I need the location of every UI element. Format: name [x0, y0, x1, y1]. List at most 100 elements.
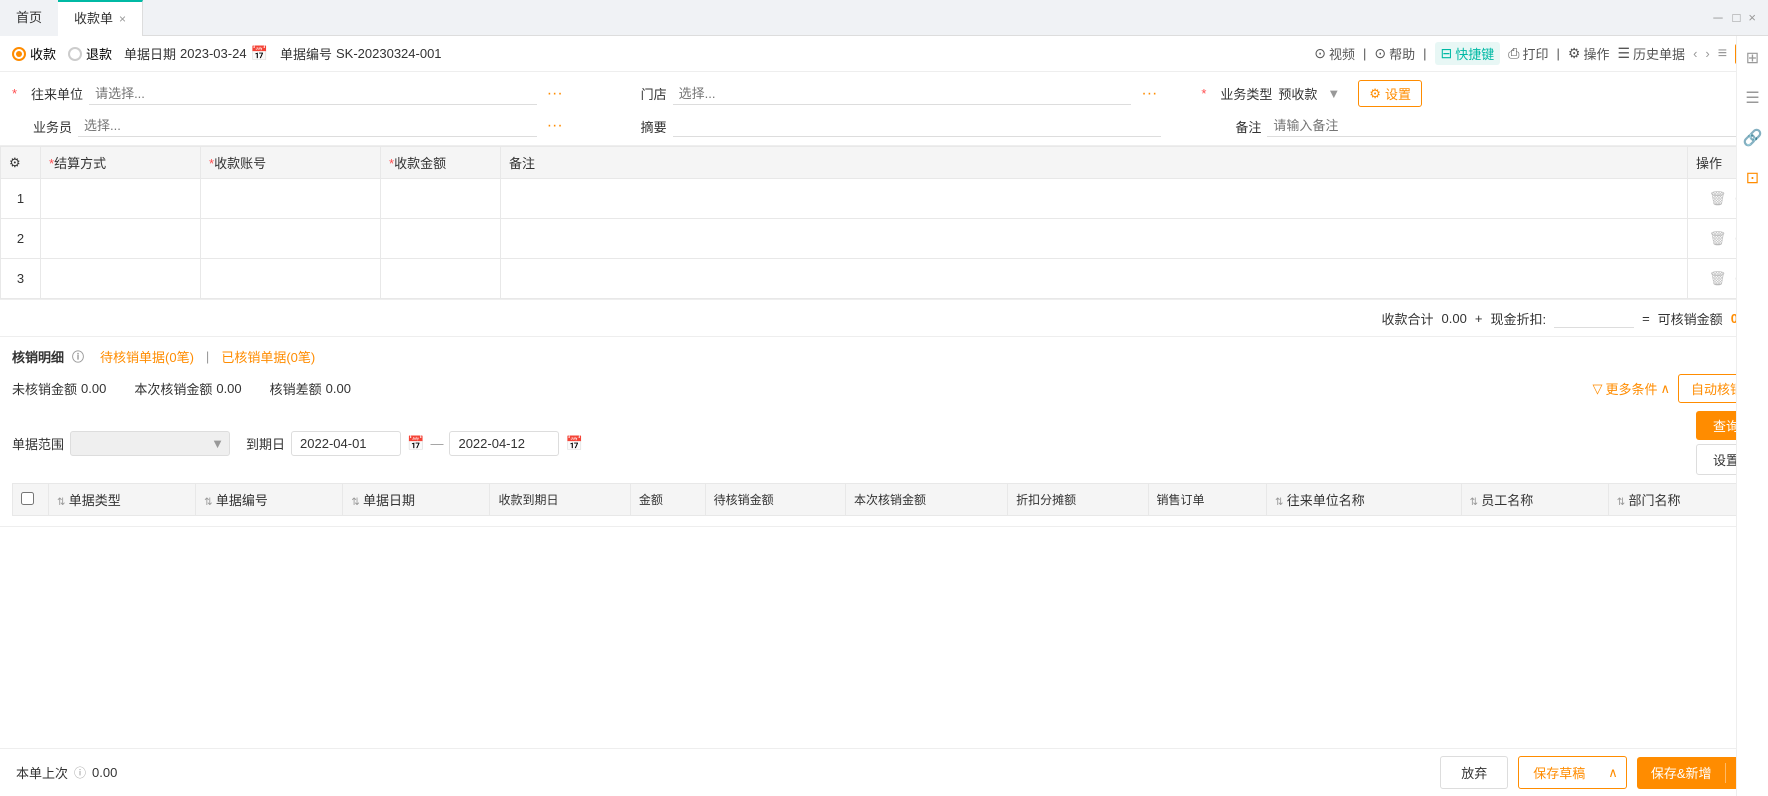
row1-account-input[interactable]	[201, 179, 380, 218]
row2-amount-input[interactable]	[381, 219, 500, 258]
discount-input[interactable]	[1554, 308, 1634, 328]
checkbox-col	[13, 484, 49, 516]
row1-account[interactable]	[201, 179, 381, 219]
info-icon-bottom[interactable]: ⓘ	[74, 764, 86, 781]
row1-settlement-input[interactable]	[41, 179, 200, 218]
partner-input[interactable]	[89, 83, 537, 105]
table-gear-col[interactable]: ⚙	[1, 147, 41, 179]
receipt-radio[interactable]: 收款	[12, 44, 56, 63]
date-from-input[interactable]	[291, 431, 401, 456]
row3-settlement-input[interactable]	[41, 259, 200, 298]
row3-account-input[interactable]	[201, 259, 380, 298]
row2-delete-icon[interactable]: 🗑	[1709, 230, 1727, 247]
date-to-input[interactable]	[449, 431, 559, 456]
row2-settlement[interactable]	[41, 219, 201, 259]
row1-amount-input[interactable]	[381, 179, 500, 218]
verify-info-icon[interactable]: ⓘ	[72, 348, 84, 365]
current-label: 本次核销金额	[134, 379, 212, 398]
row1-remark[interactable]	[501, 179, 1688, 219]
date-to-cal-icon[interactable]: 📅	[565, 435, 582, 452]
staff-input[interactable]	[78, 115, 537, 137]
row3-settlement[interactable]	[41, 259, 201, 299]
staff-more-btn[interactable]: ···	[543, 117, 567, 135]
row1-settlement[interactable]	[41, 179, 201, 219]
col-settlement: *结算方式	[41, 147, 201, 179]
settings-icon: ⚙	[1369, 86, 1381, 102]
row1-remark-input[interactable]	[501, 179, 1687, 218]
main-content: 收款 退款 单据日期 2023-03-24 📅 单据编号 SK-20230324…	[0, 36, 1768, 796]
col-pending: 待核销金额	[705, 484, 845, 516]
save-draft-btn[interactable]: 保存草稿 ∧	[1518, 756, 1627, 789]
sidebar-expand-icon[interactable]: ⊡	[1739, 164, 1767, 192]
partner-sort-icon: ⇅	[1275, 497, 1283, 508]
operation-btn[interactable]: ⚙ 操作	[1568, 44, 1610, 63]
video-btn[interactable]: ⊙ 视频	[1314, 44, 1355, 63]
history-btn[interactable]: ☰ 历史单据	[1617, 44, 1685, 63]
tab-close-icon[interactable]: ×	[119, 1, 126, 37]
store-input[interactable]	[673, 83, 1132, 105]
help-btn[interactable]: ⊙ 帮助	[1374, 44, 1415, 63]
current-value: 0.00	[216, 381, 241, 396]
receipt-radio-label: 收款	[30, 44, 56, 63]
summary-input[interactable]	[673, 115, 1162, 137]
pending-tab[interactable]: 待核销单据(0笔)	[100, 347, 194, 366]
tab-home[interactable]: 首页	[0, 0, 58, 36]
restore-btn[interactable]: □	[1733, 10, 1741, 25]
refund-radio-label: 退款	[86, 44, 112, 63]
prev-btn[interactable]: ‹	[1693, 46, 1697, 61]
row2-remark[interactable]	[501, 219, 1688, 259]
shortcut-icon: ⊟	[1441, 45, 1453, 62]
row3-remark-input[interactable]	[501, 259, 1687, 298]
verify-stats-row: 未核销金额 0.00 本次核销金额 0.00 核销差额 0.00 ▽ 更多条件 …	[12, 374, 1756, 403]
table-row: 2 🗑 ⊕	[1, 219, 1768, 259]
row3-amount-input[interactable]	[381, 259, 500, 298]
doc-date-field: 单据日期 2023-03-24 📅	[124, 44, 268, 63]
row2-remark-input[interactable]	[501, 219, 1687, 258]
row2-amount[interactable]	[381, 219, 501, 259]
discard-btn[interactable]: 放弃	[1440, 756, 1508, 789]
sidebar-list-icon[interactable]: ☰	[1739, 84, 1767, 112]
shortcut-btn[interactable]: ⊟ 快捷键	[1435, 42, 1501, 65]
row2-account-input[interactable]	[201, 219, 380, 258]
save-draft-arrow-icon[interactable]: ∧	[1600, 765, 1626, 781]
print-icon: ⎙	[1508, 45, 1519, 62]
tab-receipt[interactable]: 收款单 ×	[58, 0, 143, 36]
list-view-btn[interactable]: ≡	[1718, 45, 1727, 63]
row2-settlement-input[interactable]	[41, 219, 200, 258]
row3-account[interactable]	[201, 259, 381, 299]
video-icon: ⊙	[1314, 45, 1326, 62]
biz-type-field: * 业务类型 预收款 ▼ ⚙ 设置	[1201, 80, 1756, 107]
date-separator: —	[430, 436, 443, 451]
date-from-cal-icon[interactable]: 📅	[407, 435, 424, 452]
sidebar-link-icon[interactable]: 🔗	[1739, 124, 1767, 152]
more-conditions-btn[interactable]: ▽ 更多条件 ∧	[1592, 379, 1670, 398]
sidebar-table-icon[interactable]: ⊞	[1739, 44, 1767, 72]
row1-amount[interactable]	[381, 179, 501, 219]
doc-date-cal-icon[interactable]: 📅	[251, 45, 268, 62]
partner-more-btn[interactable]: ···	[543, 85, 567, 103]
remark-input[interactable]	[1267, 115, 1756, 137]
completed-tab[interactable]: 已核销单据(0笔)	[221, 347, 315, 366]
print-btn[interactable]: ⎙ 打印	[1508, 44, 1548, 63]
save-new-btn[interactable]: 保存&新增 ∧	[1637, 757, 1752, 789]
store-more-btn[interactable]: ···	[1137, 85, 1161, 103]
verify-filter-row: 单据范围 ▼ 到期日 📅 — 📅 查询	[12, 411, 1756, 475]
row3-remark[interactable]	[501, 259, 1688, 299]
due-date-field: 到期日 📅 — 📅	[246, 431, 583, 456]
divider2: |	[1423, 46, 1426, 61]
dept-sort-icon: ⇅	[1617, 497, 1625, 508]
row2-account[interactable]	[201, 219, 381, 259]
diff-stat: 核销差额 0.00	[270, 379, 351, 398]
biz-type-chevron[interactable]: ▼	[1327, 86, 1340, 101]
store-label: 门店	[607, 84, 667, 103]
range-select[interactable]	[70, 431, 230, 456]
next-btn[interactable]: ›	[1705, 46, 1709, 61]
row3-amount[interactable]	[381, 259, 501, 299]
biz-type-settings-btn[interactable]: ⚙ 设置	[1358, 80, 1422, 107]
minimize-btn[interactable]: －	[1712, 8, 1725, 27]
row1-delete-icon[interactable]: 🗑	[1709, 190, 1727, 207]
close-btn[interactable]: ×	[1748, 10, 1756, 25]
refund-radio[interactable]: 退款	[68, 44, 112, 63]
select-all-checkbox[interactable]	[21, 492, 34, 505]
row3-delete-icon[interactable]: 🗑	[1709, 270, 1727, 287]
